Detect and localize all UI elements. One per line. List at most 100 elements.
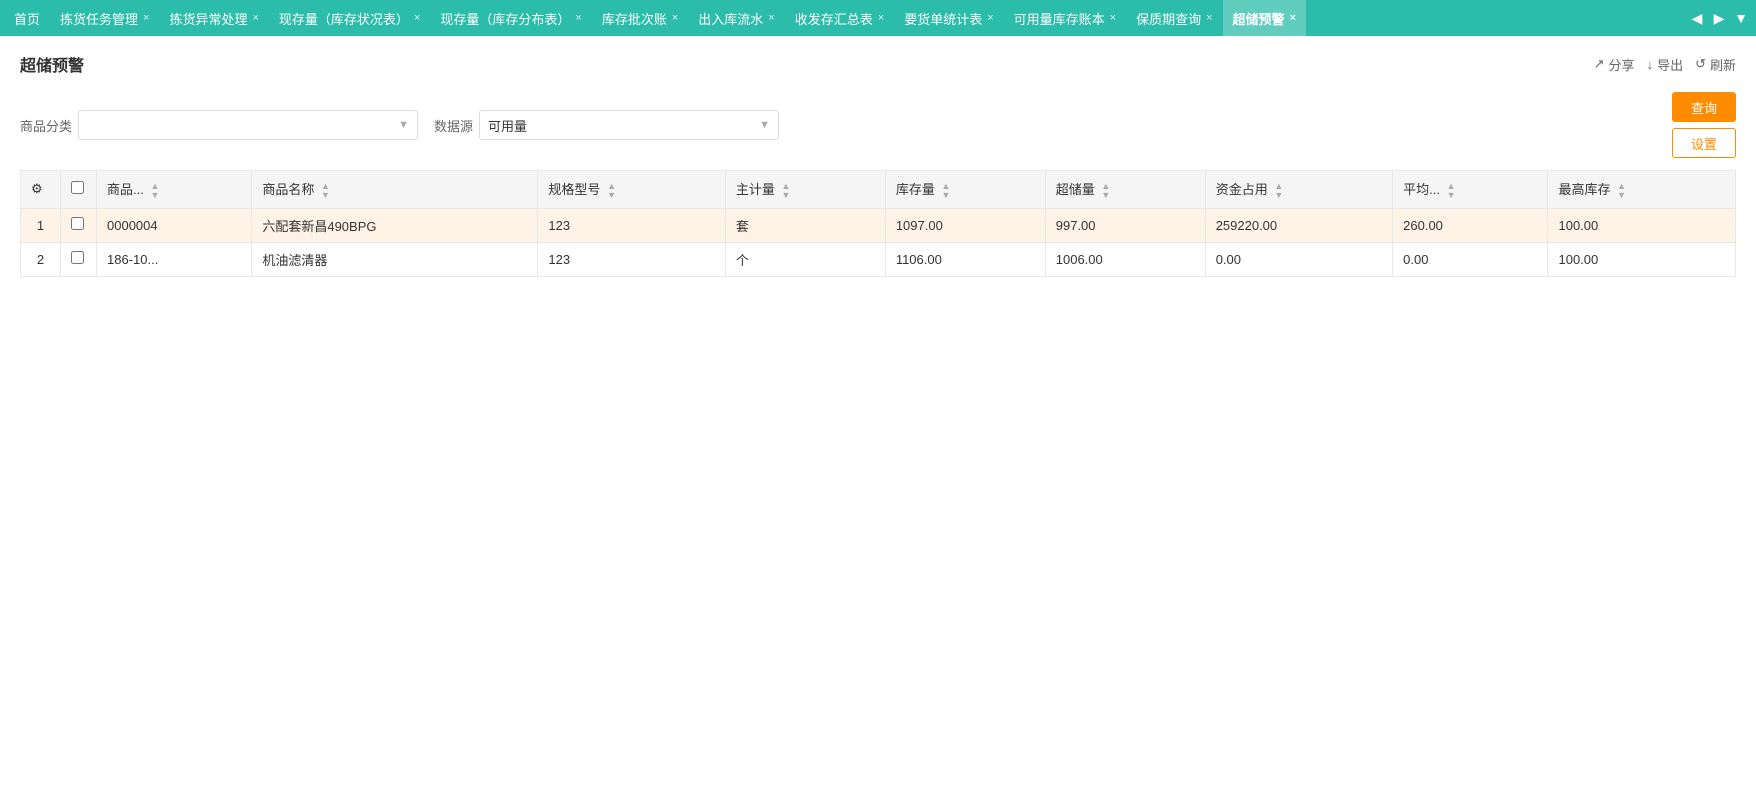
td-code: 0000004 xyxy=(97,208,252,242)
sort-name-icon: ▲▼ xyxy=(321,182,330,200)
td-name: 六配套新昌490BPG xyxy=(252,208,538,242)
sort-code-icon: ▲▼ xyxy=(150,182,159,200)
query-button[interactable]: 查询 xyxy=(1672,92,1736,122)
nav-item------[interactable]: 保质期查询 × xyxy=(1126,0,1222,36)
nav-item-label: 保质期查询 xyxy=(1136,9,1201,28)
close-tab-icon[interactable]: × xyxy=(987,12,993,24)
close-tab-icon[interactable]: × xyxy=(1206,12,1212,24)
nav-item------[interactable]: 库存批次账 × xyxy=(592,0,688,36)
td-index: 2 xyxy=(21,242,61,276)
category-select[interactable]: ▼ xyxy=(78,110,418,140)
share-icon: ↗ xyxy=(1594,56,1605,72)
nav-item-------[interactable]: 收发存汇总表 × xyxy=(785,0,894,36)
category-arrow-icon: ▼ xyxy=(398,119,409,131)
th-spec[interactable]: 规格型号 ▲▼ xyxy=(538,171,725,209)
th-capital[interactable]: 资金占用 ▲▼ xyxy=(1205,171,1392,209)
nav-item-----------[interactable]: 现存量（库存分布表） × xyxy=(430,0,591,36)
datasource-label: 数据源 xyxy=(434,116,473,135)
table-row: 2186-10...机油滤清器123个1106.001006.000.000.0… xyxy=(21,242,1736,276)
share-button[interactable]: ↗ 分享 xyxy=(1594,55,1635,74)
close-tab-icon[interactable]: × xyxy=(878,12,884,24)
nav-item--------[interactable]: 可用量库存账本 × xyxy=(1004,0,1126,36)
datasource-arrow-icon: ▼ xyxy=(759,119,770,131)
top-navigation: 首页拣货任务管理×拣货异常处理×现存量（库存状况表）×现存量（库存分布表）×库存… xyxy=(0,0,1756,36)
nav-item-label: 拣货异常处理 xyxy=(169,9,247,28)
td-checkbox[interactable] xyxy=(61,208,97,242)
select-all-checkbox[interactable] xyxy=(71,181,84,194)
refresh-button[interactable]: ↺ 刷新 xyxy=(1695,55,1736,74)
th-unit[interactable]: 主计量 ▲▼ xyxy=(725,171,885,209)
sort-avg-icon: ▲▼ xyxy=(1447,182,1456,200)
th-overflow[interactable]: 超储量 ▲▼ xyxy=(1045,171,1205,209)
close-tab-icon[interactable]: × xyxy=(575,12,581,24)
data-table: ⚙ 商品... ▲▼ 商品名称 ▲▼ 规格型号 ▲▼ 主计 xyxy=(20,170,1736,277)
sort-maxstock-icon: ▲▼ xyxy=(1617,182,1626,200)
nav-item-label: 现存量（库存分布表） xyxy=(440,9,570,28)
close-tab-icon[interactable]: × xyxy=(414,12,420,24)
nav-item-------[interactable]: 要货单统计表× xyxy=(894,0,1003,36)
th-checkbox[interactable] xyxy=(61,171,97,209)
td-checkbox[interactable] xyxy=(61,242,97,276)
export-button[interactable]: ↓ 导出 xyxy=(1647,55,1684,74)
td-overflow: 997.00 xyxy=(1045,208,1205,242)
sort-capital-icon: ▲▼ xyxy=(1274,182,1283,200)
category-label: 商品分类 xyxy=(20,116,72,135)
nav-item-label: 可用量库存账本 xyxy=(1014,9,1105,28)
nav-item-label: 现存量（库存状况表） xyxy=(279,9,409,28)
td-unit: 个 xyxy=(725,242,885,276)
td-maxstock: 100.00 xyxy=(1548,242,1736,276)
close-tab-icon[interactable]: × xyxy=(143,12,149,24)
th-settings[interactable]: ⚙ xyxy=(21,171,61,209)
sort-unit-icon: ▲▼ xyxy=(782,182,791,200)
th-stock[interactable]: 库存量 ▲▼ xyxy=(885,171,1045,209)
nav-item-label: 库存批次账 xyxy=(602,9,667,28)
table-row: 10000004六配套新昌490BPG123套1097.00997.002592… xyxy=(21,208,1736,242)
nav-item-----------[interactable]: 现存量（库存状况表） × xyxy=(269,0,430,36)
nav-item-label: 超储预警 xyxy=(1233,9,1285,28)
filter-row: 商品分类 ▼ 数据源 可用量 ▼ 查询 设置 xyxy=(20,92,1736,158)
datasource-filter-group: 数据源 可用量 ▼ xyxy=(434,110,779,140)
close-tab-icon[interactable]: × xyxy=(672,12,678,24)
nav-item------[interactable]: 出入库流水× xyxy=(688,0,784,36)
nav-item-------[interactable]: 拣货异常处理 × xyxy=(159,0,268,36)
td-name: 机油滤清器 xyxy=(252,242,538,276)
filter-action-buttons: 查询 设置 xyxy=(1672,92,1736,158)
nav-prev-button[interactable]: ◀ xyxy=(1686,0,1708,36)
refresh-icon: ↺ xyxy=(1695,56,1706,72)
row-checkbox[interactable] xyxy=(71,251,84,264)
nav-item-------[interactable]: 拣货任务管理× xyxy=(50,0,159,36)
close-tab-icon[interactable]: × xyxy=(1110,12,1116,24)
td-spec: 123 xyxy=(538,242,725,276)
td-capital: 0.00 xyxy=(1205,242,1392,276)
td-index: 1 xyxy=(21,208,61,242)
td-stock: 1097.00 xyxy=(885,208,1045,242)
nav-item-label: 收发存汇总表 xyxy=(795,9,873,28)
close-tab-icon[interactable]: × xyxy=(768,12,774,24)
sort-spec-icon: ▲▼ xyxy=(607,182,616,200)
nav-next-button[interactable]: ▶ xyxy=(1708,0,1730,36)
datasource-value: 可用量 xyxy=(488,116,527,135)
td-code: 186-10... xyxy=(97,242,252,276)
category-filter-group: 商品分类 ▼ xyxy=(20,110,418,140)
content-area: 超储预警 ↗ 分享 ↓ 导出 ↺ 刷新 商品分类 ▼ 数据源 xyxy=(0,36,1756,293)
set-button[interactable]: 设置 xyxy=(1672,128,1736,158)
td-avg: 260.00 xyxy=(1393,208,1548,242)
nav-more-button[interactable]: ▼ xyxy=(1730,0,1752,36)
td-avg: 0.00 xyxy=(1393,242,1548,276)
nav-item-label: 首页 xyxy=(14,9,40,28)
th-name[interactable]: 商品名称 ▲▼ xyxy=(252,171,538,209)
th-code[interactable]: 商品... ▲▼ xyxy=(97,171,252,209)
th-maxstock[interactable]: 最高库存 ▲▼ xyxy=(1548,171,1736,209)
td-capital: 259220.00 xyxy=(1205,208,1392,242)
nav-item-----[interactable]: 超储预警 × xyxy=(1223,0,1306,36)
td-overflow: 1006.00 xyxy=(1045,242,1205,276)
page-title: 超储预警 xyxy=(20,52,84,76)
close-tab-icon[interactable]: × xyxy=(1290,12,1296,24)
th-avg[interactable]: 平均... ▲▼ xyxy=(1393,171,1548,209)
nav-item---[interactable]: 首页 xyxy=(4,0,50,36)
row-checkbox[interactable] xyxy=(71,217,84,230)
sort-stock-icon: ▲▼ xyxy=(941,182,950,200)
datasource-select[interactable]: 可用量 ▼ xyxy=(479,110,779,140)
close-tab-icon[interactable]: × xyxy=(252,12,258,24)
title-actions: ↗ 分享 ↓ 导出 ↺ 刷新 xyxy=(1594,55,1736,74)
